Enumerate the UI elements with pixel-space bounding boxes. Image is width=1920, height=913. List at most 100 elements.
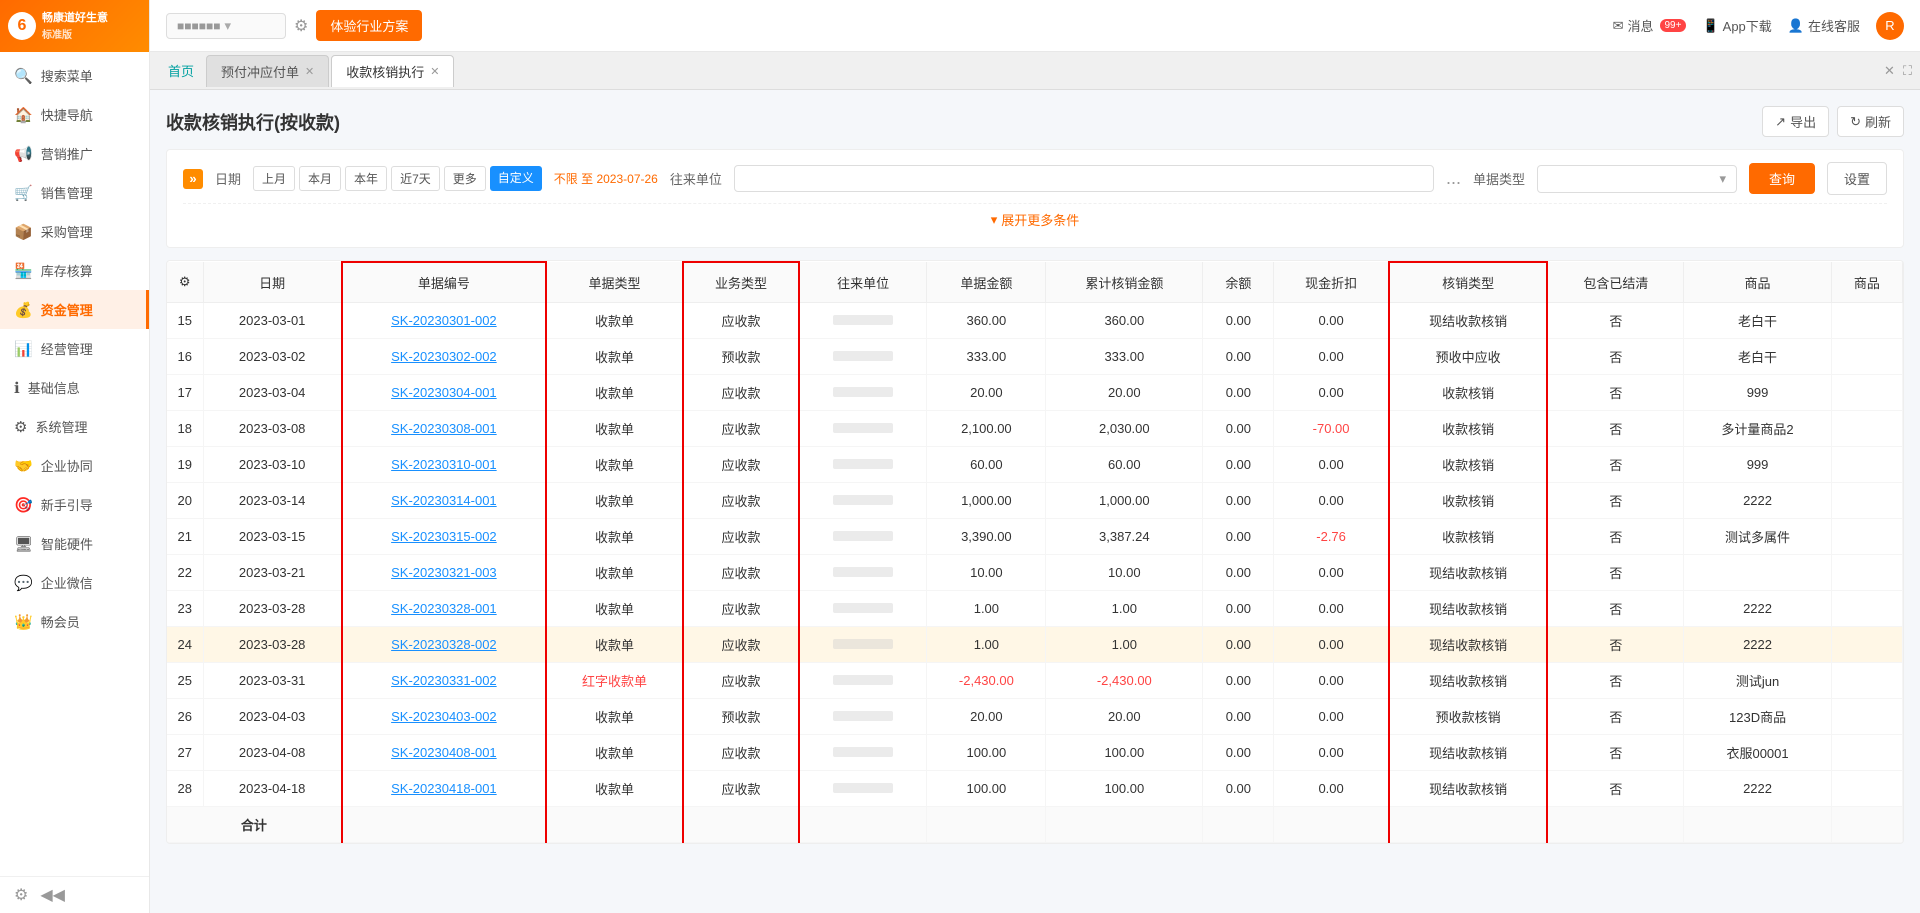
- td-biz-type: 应收款: [683, 411, 799, 447]
- td-order-no[interactable]: SK-20230304-001: [342, 375, 546, 411]
- filter-dots[interactable]: ...: [1446, 168, 1461, 189]
- td-order-no[interactable]: SK-20230331-002: [342, 663, 546, 699]
- sidebar-item-guide[interactable]: 🎯 新手引导: [0, 485, 149, 524]
- online-service-btn[interactable]: 👤 在线客服: [1788, 16, 1860, 35]
- date-btn-more[interactable]: 更多: [444, 166, 486, 191]
- tabbar: 首页 预付冲应付单 ✕ 收款核销执行 ✕ ✕ ⛶: [150, 52, 1920, 90]
- filter-area: » 日期 上月 本月 本年 近7天 更多 自定义 不限 至 2023-07-26…: [166, 149, 1904, 248]
- workspace-selector[interactable]: ■■■■■■ ▾: [166, 13, 286, 39]
- td-no: 25: [167, 663, 203, 699]
- message-btn[interactable]: ✉ 消息 99+: [1613, 16, 1687, 35]
- date-btn-this-year[interactable]: 本年: [345, 166, 387, 191]
- sidebar-item-label: 智能硬件: [41, 534, 93, 553]
- td-date: 2023-03-04: [203, 375, 342, 411]
- app-download-btn[interactable]: 📱 App下载: [1702, 16, 1771, 35]
- th-order-no: 单据编号: [342, 262, 546, 303]
- sidebar-item-system[interactable]: ⚙ 系统管理: [0, 407, 149, 446]
- sidebar-item-quicknav[interactable]: 🏠 快捷导航: [0, 95, 149, 134]
- td-order-no[interactable]: SK-20230302-002: [342, 339, 546, 375]
- td-writeoff-type: 现结收款核销: [1389, 303, 1548, 339]
- logo-icon: 6: [8, 12, 36, 40]
- td-cash-discount: 0.00: [1274, 735, 1389, 771]
- tab-expand-icon[interactable]: ⛶: [1903, 63, 1912, 79]
- footer-goods1: [1684, 807, 1831, 843]
- sidebar-item-base-info[interactable]: ℹ 基础信息: [0, 368, 149, 407]
- td-writeoff-amount: 360.00: [1046, 303, 1203, 339]
- tab-prepay[interactable]: 预付冲应付单 ✕: [206, 55, 329, 87]
- th-writeoff-amount: 累计核销金额: [1046, 262, 1203, 303]
- td-amount: 360.00: [927, 303, 1046, 339]
- td-amount: 1.00: [927, 591, 1046, 627]
- refresh-button[interactable]: ↻ 刷新: [1837, 106, 1904, 137]
- td-order-no[interactable]: SK-20230308-001: [342, 411, 546, 447]
- voucher-type-select[interactable]: ▾: [1537, 165, 1737, 193]
- td-order-no[interactable]: SK-20230403-002: [342, 699, 546, 735]
- settings-footer-icon[interactable]: ⚙: [14, 885, 28, 905]
- tab-writeoff-label: 收款核销执行: [346, 62, 424, 81]
- sidebar-item-collab[interactable]: 🤝 企业协同: [0, 446, 149, 485]
- td-date: 2023-03-31: [203, 663, 342, 699]
- td-order-no[interactable]: SK-20230328-002: [342, 627, 546, 663]
- query-button[interactable]: 查询: [1749, 163, 1815, 194]
- collapse-icon[interactable]: ◀◀: [40, 885, 65, 905]
- td-order-no[interactable]: SK-20230408-001: [342, 735, 546, 771]
- td-writeoff-type: 现结收款核销: [1389, 627, 1548, 663]
- counterpart-input[interactable]: [734, 165, 1434, 192]
- td-goods1: 999: [1684, 375, 1831, 411]
- td-goods2: [1831, 699, 1902, 735]
- sidebar-item-search[interactable]: 🔍 搜索菜单: [0, 56, 149, 95]
- sidebar-item-inventory[interactable]: 🏪 库存核算: [0, 251, 149, 290]
- export-button[interactable]: ↗ 导出: [1762, 106, 1829, 137]
- topbar: ■■■■■■ ▾ ⚙ 体验行业方案 ✉ 消息 99+ 📱 App下载 👤 在线客…: [150, 0, 1920, 52]
- settings-button[interactable]: 设置: [1827, 162, 1887, 195]
- tab-writeoff[interactable]: 收款核销执行 ✕: [331, 55, 454, 87]
- sidebar-item-hardware[interactable]: 🖥 智能硬件: [0, 524, 149, 563]
- td-goods2: [1831, 303, 1902, 339]
- table-container: ⚙ 日期 单据编号 单据类型 业务类型 往来单位 单据金额 累计核销金额 余额 …: [166, 260, 1904, 844]
- info-icon: ℹ: [14, 379, 20, 397]
- td-order-no[interactable]: SK-20230328-001: [342, 591, 546, 627]
- solution-button[interactable]: 体验行业方案: [316, 10, 422, 41]
- sidebar-footer: ⚙ ◀◀: [0, 876, 149, 913]
- filter-expand-button[interactable]: »: [183, 169, 203, 189]
- td-order-no[interactable]: SK-20230321-003: [342, 555, 546, 591]
- td-order-no[interactable]: SK-20230418-001: [342, 771, 546, 807]
- td-order-no[interactable]: SK-20230301-002: [342, 303, 546, 339]
- td-no: 27: [167, 735, 203, 771]
- date-custom-label[interactable]: 自定义: [490, 166, 542, 191]
- td-order-no[interactable]: SK-20230315-002: [342, 519, 546, 555]
- sidebar-item-finance[interactable]: 💰 资金管理: [0, 290, 149, 329]
- td-no: 28: [167, 771, 203, 807]
- td-balance: 0.00: [1203, 591, 1274, 627]
- tab-writeoff-close[interactable]: ✕: [430, 65, 439, 78]
- td-biz-type: 应收款: [683, 735, 799, 771]
- td-cash-discount: 0.00: [1274, 447, 1389, 483]
- user-avatar[interactable]: R: [1876, 12, 1904, 40]
- td-date: 2023-03-02: [203, 339, 342, 375]
- date-btn-this-month[interactable]: 本月: [299, 166, 341, 191]
- guide-icon: 🎯: [14, 496, 33, 514]
- tab-close-all-icon[interactable]: ✕: [1884, 63, 1895, 79]
- td-voucher-type: 收款单: [546, 303, 683, 339]
- gear-icon[interactable]: ⚙: [294, 16, 308, 36]
- sidebar-item-wecom[interactable]: 💬 企业微信: [0, 563, 149, 602]
- sidebar-item-operations[interactable]: 📊 经营管理: [0, 329, 149, 368]
- sidebar-item-label: 销售管理: [41, 183, 93, 202]
- filter-expand-row[interactable]: ▾ 展开更多条件: [183, 203, 1887, 235]
- hardware-icon: 🖥: [14, 535, 33, 553]
- td-include-settled: 否: [1547, 411, 1683, 447]
- sidebar-item-marketing[interactable]: 📢 营销推广: [0, 134, 149, 173]
- td-order-no[interactable]: SK-20230310-001: [342, 447, 546, 483]
- sidebar-item-member[interactable]: 👑 畅会员: [0, 602, 149, 641]
- home-icon: 🏠: [14, 106, 33, 124]
- sidebar-item-sales[interactable]: 🛒 销售管理: [0, 173, 149, 212]
- td-order-no[interactable]: SK-20230314-001: [342, 483, 546, 519]
- td-date: 2023-03-15: [203, 519, 342, 555]
- table-row: 282023-04-18SK-20230418-001收款单应收款100.001…: [167, 771, 1903, 807]
- sidebar-item-purchase[interactable]: 📦 采购管理: [0, 212, 149, 251]
- date-btn-last-month[interactable]: 上月: [253, 166, 295, 191]
- tab-prepay-close[interactable]: ✕: [305, 65, 314, 78]
- tab-home[interactable]: 首页: [158, 55, 204, 86]
- th-gear[interactable]: ⚙: [167, 262, 203, 303]
- date-btn-7days[interactable]: 近7天: [391, 166, 440, 191]
